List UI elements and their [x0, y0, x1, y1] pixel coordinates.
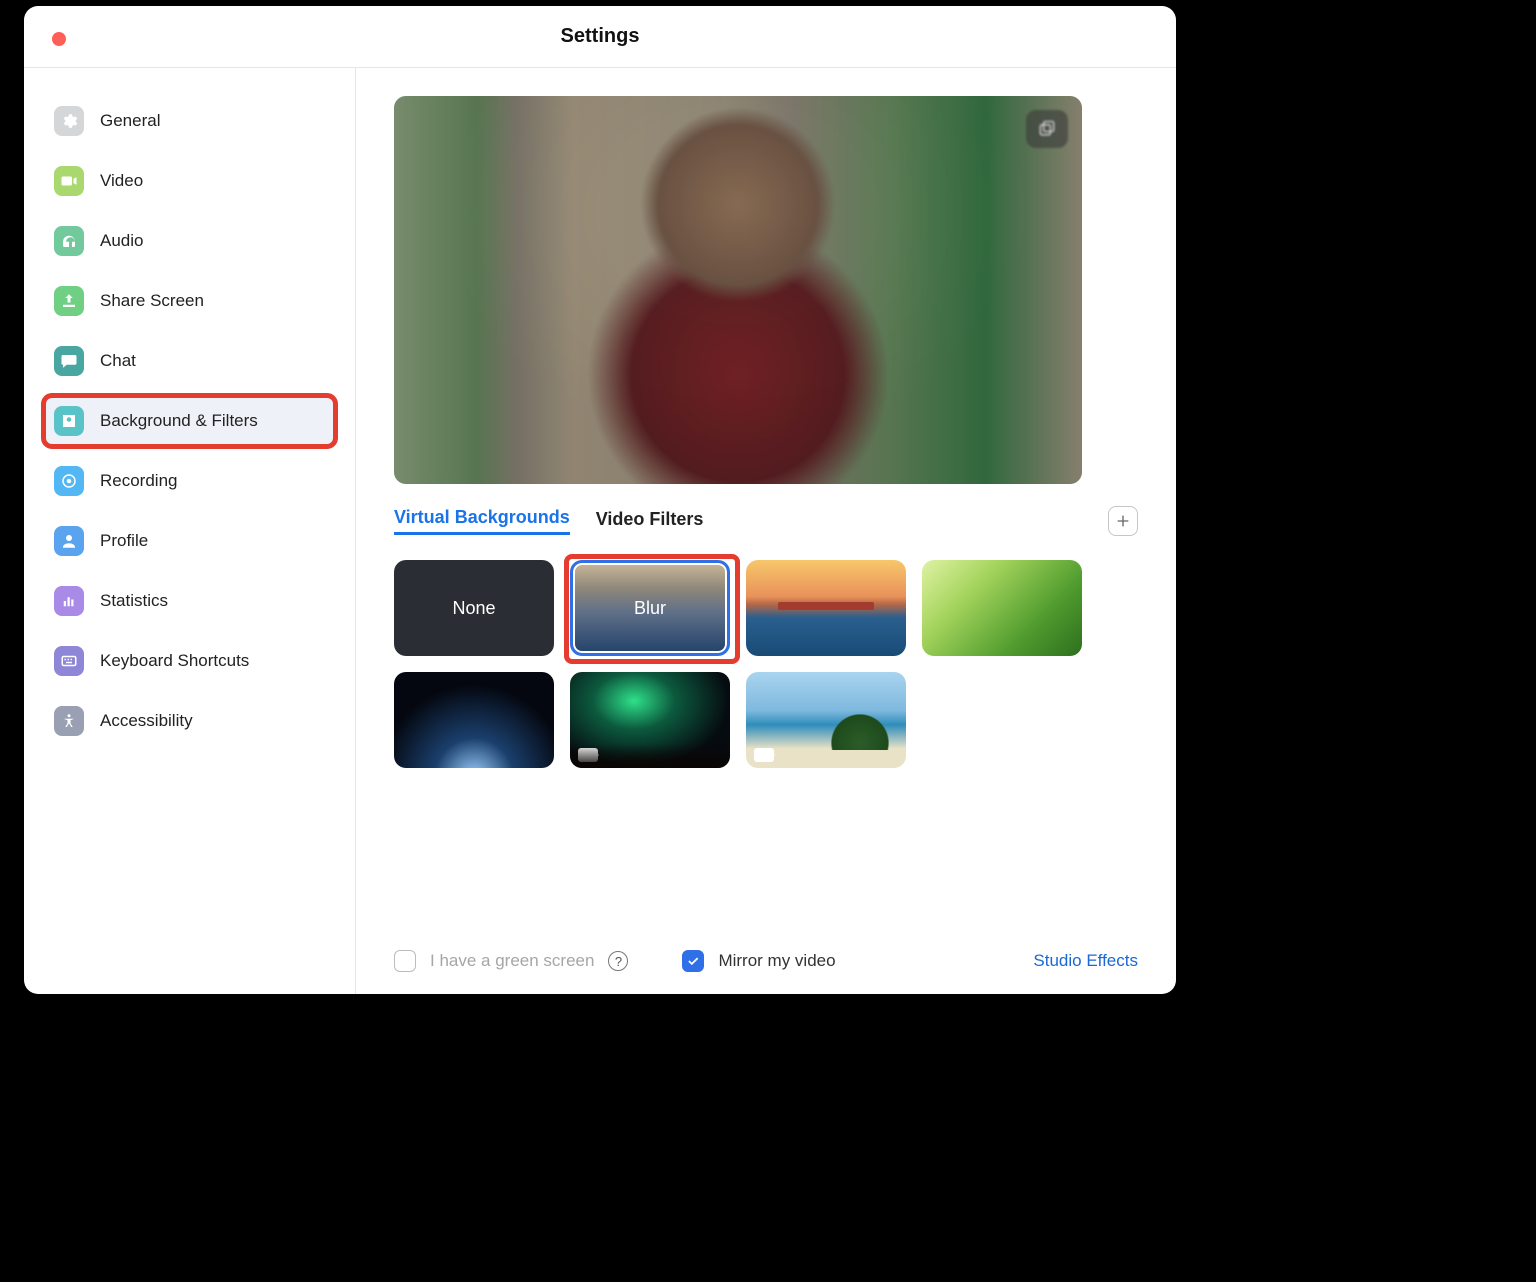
sidebar-item-label: Chat — [100, 351, 136, 371]
sidebar: General Video Audio Share Screen — [24, 68, 356, 994]
mirror-video-label: Mirror my video — [718, 951, 835, 971]
sidebar-item-audio[interactable]: Audio — [44, 216, 335, 266]
mirror-video-checkbox[interactable] — [682, 950, 704, 972]
bg-thumb-aurora[interactable] — [570, 672, 730, 768]
tab-virtual-backgrounds[interactable]: Virtual Backgrounds — [394, 507, 570, 535]
green-screen-checkbox[interactable] — [394, 950, 416, 972]
sidebar-item-label: Statistics — [100, 591, 168, 611]
sidebar-item-label: Recording — [100, 471, 178, 491]
video-icon — [54, 166, 84, 196]
sidebar-item-keyboard-shortcuts[interactable]: Keyboard Shortcuts — [44, 636, 335, 686]
headphones-icon — [54, 226, 84, 256]
bg-thumb-grass[interactable] — [922, 560, 1082, 656]
background-grid: None Blur — [394, 560, 1138, 768]
video-badge-icon — [754, 748, 774, 762]
sidebar-item-background-filters[interactable]: Background & Filters — [44, 396, 335, 446]
gear-icon — [54, 106, 84, 136]
bg-thumb-none[interactable]: None — [394, 560, 554, 656]
bg-thumb-blur[interactable]: Blur — [570, 560, 730, 656]
sidebar-item-statistics[interactable]: Statistics — [44, 576, 335, 626]
studio-effects-link[interactable]: Studio Effects — [1033, 951, 1138, 971]
sidebar-item-share-screen[interactable]: Share Screen — [44, 276, 335, 326]
sidebar-item-video[interactable]: Video — [44, 156, 335, 206]
bg-thumb-label: Blur — [634, 598, 666, 619]
sidebar-item-label: Accessibility — [100, 711, 193, 731]
stats-icon — [54, 586, 84, 616]
bg-thumb-earth[interactable] — [394, 672, 554, 768]
green-screen-label: I have a green screen — [430, 951, 594, 971]
window-title: Settings — [24, 25, 1176, 48]
keyboard-icon — [54, 646, 84, 676]
rotate-icon — [1037, 119, 1057, 139]
sidebar-item-label: Audio — [100, 231, 143, 251]
sidebar-item-label: Video — [100, 171, 143, 191]
video-preview — [394, 96, 1082, 484]
bg-thumb-label: None — [452, 598, 495, 619]
sidebar-item-label: General — [100, 111, 160, 131]
video-badge-icon — [578, 748, 598, 762]
bg-thumb-beach[interactable] — [746, 672, 906, 768]
tab-video-filters[interactable]: Video Filters — [596, 509, 704, 534]
accessibility-icon — [54, 706, 84, 736]
settings-window: Settings General Video Audio — [24, 6, 1176, 994]
chat-icon — [54, 346, 84, 376]
sidebar-item-accessibility[interactable]: Accessibility — [44, 696, 335, 746]
close-window-button[interactable] — [52, 32, 66, 46]
sidebar-item-label: Background & Filters — [100, 411, 258, 431]
window-body: General Video Audio Share Screen — [24, 68, 1176, 994]
bg-tabs: Virtual Backgrounds Video Filters — [394, 506, 1138, 536]
footer: I have a green screen ? Mirror my video … — [394, 940, 1138, 974]
record-icon — [54, 466, 84, 496]
check-icon — [686, 954, 700, 968]
share-icon — [54, 286, 84, 316]
green-screen-help[interactable]: ? — [608, 951, 628, 971]
sidebar-item-general[interactable]: General — [44, 96, 335, 146]
sidebar-item-recording[interactable]: Recording — [44, 456, 335, 506]
sidebar-item-profile[interactable]: Profile — [44, 516, 335, 566]
bg-thumb-bridge[interactable] — [746, 560, 906, 656]
sidebar-item-label: Share Screen — [100, 291, 204, 311]
sidebar-item-label: Profile — [100, 531, 148, 551]
rotate-camera-button[interactable] — [1026, 110, 1068, 148]
sidebar-item-chat[interactable]: Chat — [44, 336, 335, 386]
sidebar-item-label: Keyboard Shortcuts — [100, 651, 249, 671]
main-panel: Virtual Backgrounds Video Filters None B… — [356, 68, 1176, 994]
plus-icon — [1115, 513, 1131, 529]
background-icon — [54, 406, 84, 436]
add-background-button[interactable] — [1108, 506, 1138, 536]
titlebar: Settings — [24, 6, 1176, 68]
user-icon — [54, 526, 84, 556]
